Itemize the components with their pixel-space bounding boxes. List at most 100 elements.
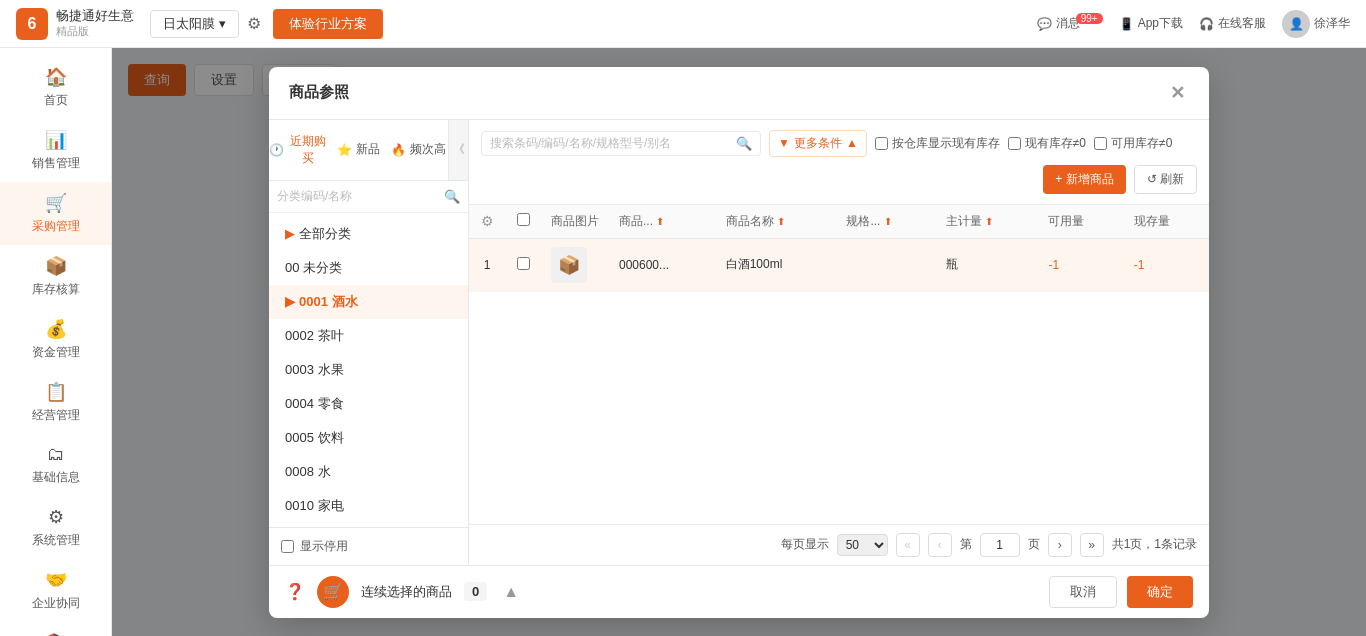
category-item-0003[interactable]: 0003 水果	[269, 353, 468, 387]
usable-nonzero-filter[interactable]: 可用库存≠0	[1094, 135, 1172, 152]
sidebar-item-home[interactable]: 🏠 首页	[0, 56, 111, 119]
sidebar-item-guide[interactable]: 📚 新手引导	[0, 622, 111, 636]
user-avatar-nav[interactable]: 👤 徐泽华	[1282, 10, 1350, 38]
page-number-input[interactable]	[980, 533, 1020, 557]
col-name-sort-icon: ⬆	[777, 216, 785, 227]
refresh-button[interactable]: ↺ 刷新	[1134, 165, 1197, 194]
category-item-0005[interactable]: 0005 饮料	[269, 421, 468, 455]
warehouse-display-filter[interactable]: 按仓库显示现有库存	[875, 135, 1000, 152]
col-check-header	[505, 205, 541, 239]
col-unit-header[interactable]: 主计量 ⬆	[936, 205, 1039, 239]
category-label-0004: 0004 零食	[285, 395, 344, 413]
category-item-0004[interactable]: 0004 零食	[269, 387, 468, 421]
collapse-panel-btn[interactable]: 《	[448, 120, 468, 180]
messages-nav-item[interactable]: 💬 消息 99+	[1037, 15, 1103, 32]
finance-icon: 💰	[45, 318, 67, 340]
col-img-header: 商品图片	[541, 205, 609, 239]
row-code-cell: 000600...	[609, 238, 716, 291]
category-search-input[interactable]	[277, 189, 440, 203]
table-row[interactable]: 1 📦 000600... 白酒100ml	[469, 238, 1209, 291]
app-download-nav-item[interactable]: 📱 App下载	[1119, 15, 1183, 32]
product-table: ⚙ 商品图片	[469, 205, 1209, 524]
recent-purchase-tab[interactable]: 🕐 近期购买	[269, 120, 329, 180]
help-icon[interactable]: ❓	[285, 582, 305, 601]
col-stock-header[interactable]: 现存量	[1124, 205, 1209, 239]
col-available-header[interactable]: 可用量	[1038, 205, 1123, 239]
product-search-input[interactable]	[490, 136, 732, 150]
col-spec-sort-icon: ⬆	[884, 216, 892, 227]
next-page-btn[interactable]: ›	[1048, 533, 1072, 557]
sales-icon: 📊	[45, 129, 67, 151]
product-reference-modal: 商品参照 ✕ 🕐 近期购买 ⭐	[269, 67, 1209, 618]
confirm-button[interactable]: 确定	[1127, 576, 1193, 608]
category-item-0008[interactable]: 0008 水	[269, 455, 468, 489]
nav-selector[interactable]: 日太阳膜 ▾	[150, 10, 239, 38]
sidebar-item-finance[interactable]: 💰 资金管理	[0, 308, 111, 371]
product-search-icon[interactable]: 🔍	[736, 136, 752, 151]
product-search-box: 🔍	[481, 131, 761, 156]
category-label-0005: 0005 饮料	[285, 429, 344, 447]
sidebar-label-operations: 经营管理	[32, 407, 80, 424]
add-product-button[interactable]: + 新增商品	[1043, 165, 1125, 194]
product-panel: 🔍 ▼ 更多条件 ▲ 按仓库显示现有库存	[469, 120, 1209, 565]
row-stock-cell: -1	[1124, 238, 1209, 291]
products-table: ⚙ 商品图片	[469, 205, 1209, 292]
sidebar-item-system[interactable]: ⚙ 系统管理	[0, 496, 111, 559]
inventory-icon: 📦	[45, 255, 67, 277]
prev-page-btn[interactable]: ‹	[928, 533, 952, 557]
settings-col-icon[interactable]: ⚙	[481, 213, 494, 229]
category-label-0008: 0008 水	[285, 463, 331, 481]
sidebar-item-operations[interactable]: 📋 经营管理	[0, 371, 111, 434]
usable-nonzero-label: 可用库存≠0	[1111, 135, 1172, 152]
col-available-label: 可用量	[1048, 214, 1084, 228]
col-spec-header[interactable]: 规格... ⬆	[836, 205, 936, 239]
show-disabled-checkbox[interactable]	[281, 540, 294, 553]
online-service-nav-item[interactable]: 🎧 在线客服	[1199, 15, 1266, 32]
warehouse-checkbox[interactable]	[875, 137, 888, 150]
first-page-btn[interactable]: «	[896, 533, 920, 557]
sidebar-item-purchase[interactable]: 🛒 采购管理	[0, 182, 111, 245]
sidebar-item-basic[interactable]: 🗂 基础信息	[0, 434, 111, 496]
main-content: 查询 设置 ↺ 刷新 商品参照 ✕	[112, 48, 1366, 636]
gear-icon[interactable]: ⚙	[247, 14, 261, 33]
modal-header: 商品参照 ✕	[269, 67, 1209, 120]
more-filter-btn[interactable]: ▼ 更多条件 ▲	[769, 130, 867, 157]
select-all-checkbox[interactable]	[517, 213, 530, 226]
category-item-0010[interactable]: 0010 家电	[269, 489, 468, 523]
col-code-header[interactable]: 商品... ⬆	[609, 205, 716, 239]
sidebar-item-inventory[interactable]: 📦 库存核算	[0, 245, 111, 308]
usable-nonzero-checkbox[interactable]	[1094, 137, 1107, 150]
category-search-icon[interactable]: 🔍	[444, 189, 460, 204]
frequent-tab[interactable]: 🔥 频次高	[388, 120, 448, 180]
row-available-cell: -1	[1038, 238, 1123, 291]
cart-icon[interactable]: 🛒	[317, 576, 349, 608]
sidebar-item-enterprise[interactable]: 🤝 企业协同	[0, 559, 111, 622]
col-name-header[interactable]: 商品名称 ⬆	[716, 205, 837, 239]
page-size-select[interactable]: 10 20 50 100	[837, 534, 888, 556]
category-item-all[interactable]: ▶ 全部分类	[269, 217, 468, 251]
sidebar-label-purchase: 采购管理	[32, 218, 80, 235]
messages-badge: 99+	[1076, 13, 1103, 24]
new-products-tab[interactable]: ⭐ 新品	[329, 120, 389, 180]
category-item-0002[interactable]: 0002 茶叶	[269, 319, 468, 353]
experience-button[interactable]: 体验行业方案	[273, 9, 383, 39]
modal-close-button[interactable]: ✕	[1165, 81, 1189, 105]
page-size-label: 每页显示	[781, 536, 829, 553]
category-bottom: 显示停用	[269, 527, 468, 565]
sidebar-item-sales[interactable]: 📊 销售管理	[0, 119, 111, 182]
mobile-icon: 📱	[1119, 17, 1134, 31]
category-item-0001[interactable]: ▶ 0001 酒水	[269, 285, 468, 319]
footer-collapse-icon[interactable]: ▲	[503, 583, 519, 601]
warehouse-label: 按仓库显示现有库存	[892, 135, 1000, 152]
available-nonzero-checkbox[interactable]	[1008, 137, 1021, 150]
filter-collapse-icon: ▲	[846, 136, 858, 150]
available-nonzero-filter[interactable]: 现有库存≠0	[1008, 135, 1086, 152]
category-item-00[interactable]: 00 未分类	[269, 251, 468, 285]
row-checkbox[interactable]	[517, 257, 530, 270]
new-product-icon: ⭐	[337, 143, 352, 157]
sidebar-label-inventory: 库存核算	[32, 281, 80, 298]
avatar: 👤	[1282, 10, 1310, 38]
last-page-btn[interactable]: »	[1080, 533, 1104, 557]
page-word2: 页	[1028, 536, 1040, 553]
cancel-button[interactable]: 取消	[1049, 576, 1117, 608]
